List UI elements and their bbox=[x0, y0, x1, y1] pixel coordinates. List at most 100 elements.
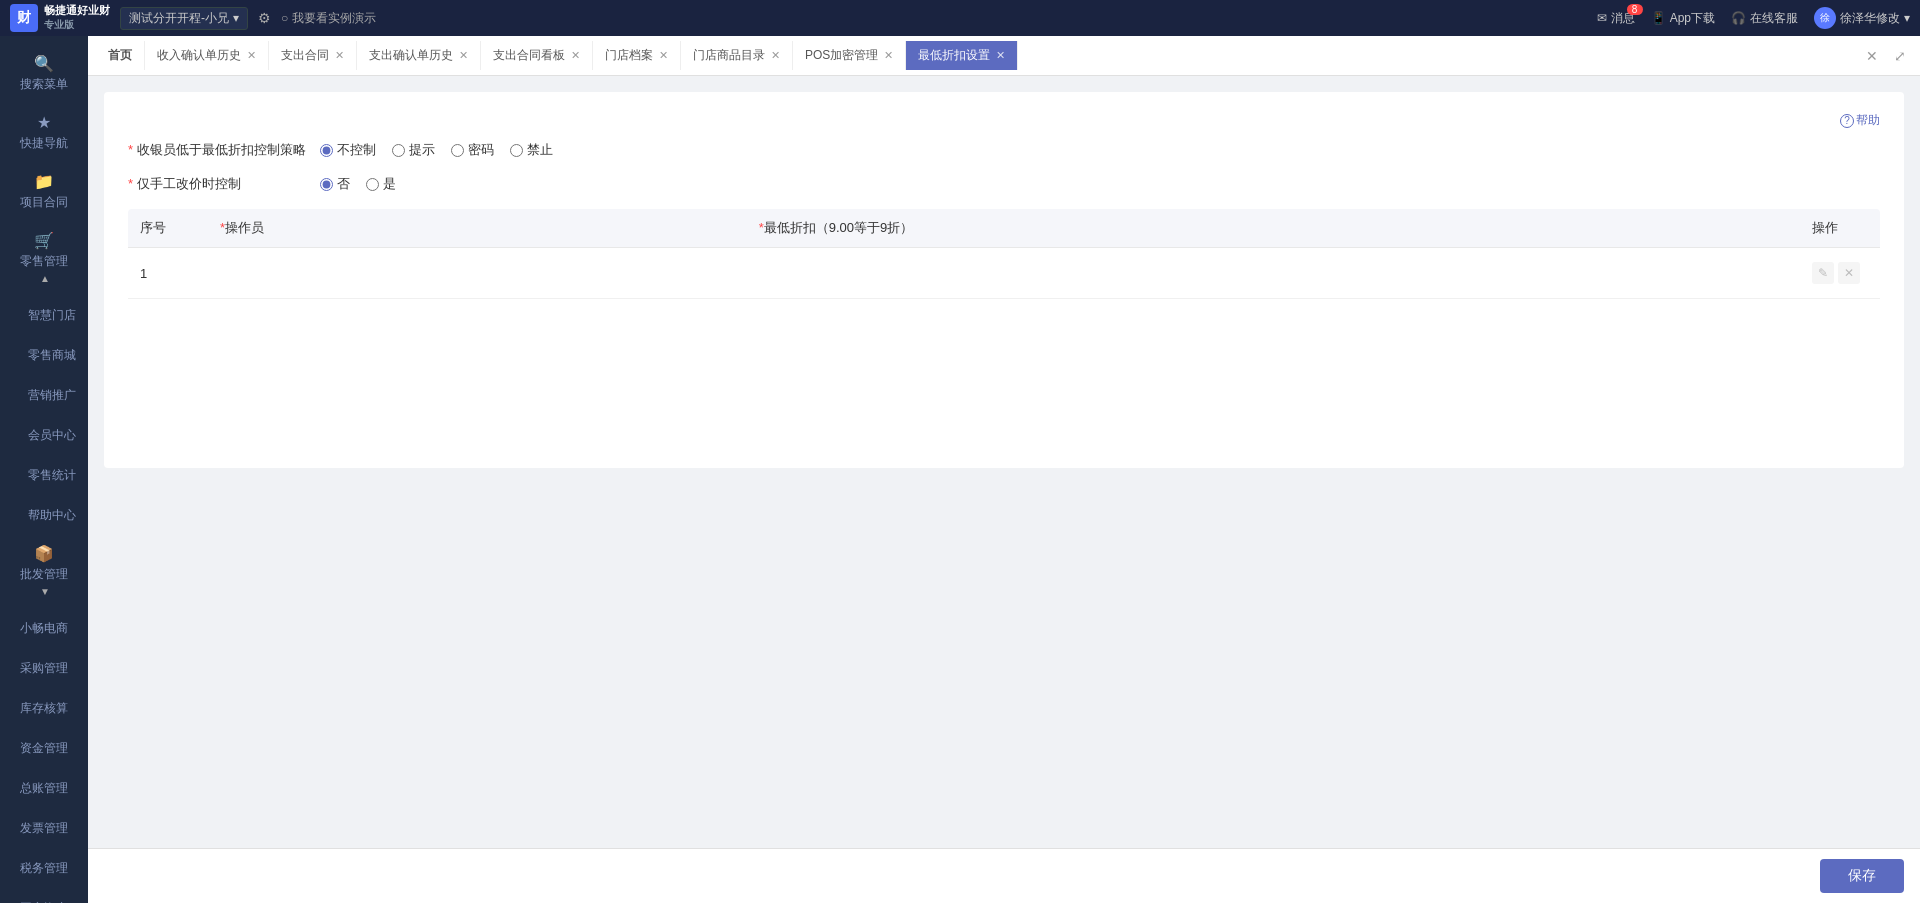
sidebar-arrow-retail: ▲ bbox=[40, 273, 50, 284]
project-selector[interactable]: 测试分开开程-小兄 ▾ bbox=[120, 7, 248, 30]
tab-label-payment-contract: 支出合同 bbox=[281, 47, 329, 64]
delete-row-button-1[interactable]: ✕ bbox=[1838, 262, 1860, 284]
sidebar-item-ledger[interactable]: 总账管理 bbox=[12, 767, 76, 807]
tab-bar: 首页收入确认单历史✕支出合同✕支出确认单历史✕支出合同看板✕门店档案✕门店商品目… bbox=[88, 36, 1920, 76]
sidebar-item-retail-mall[interactable]: 零售商城 bbox=[12, 334, 76, 374]
topbar-settings-button[interactable]: ⚙ bbox=[258, 10, 271, 26]
sidebar-item-retail[interactable]: 🛒零售管理▲ bbox=[12, 221, 76, 294]
policy-radio-nocontrol[interactable]: 不控制 bbox=[320, 141, 376, 159]
top-bar: 财 畅捷通好业财 专业版 测试分开开程-小兄 ▾ ⚙ ○ 我要看实例演示 ✉ 消… bbox=[0, 0, 1920, 36]
demo-icon: ○ bbox=[281, 11, 288, 25]
required-star-2: * bbox=[128, 176, 133, 191]
expand-tab-button[interactable]: ⤢ bbox=[1888, 46, 1912, 66]
sidebar-label-ecommerce: 小畅电商 bbox=[20, 620, 68, 637]
policy-radio-password[interactable]: 密码 bbox=[451, 141, 494, 159]
cashier-policy-row: * 收银员低于最低折扣控制策略 不控制 提示 密码 禁止 bbox=[128, 141, 1880, 159]
topbar-left: 财 畅捷通好业财 专业版 测试分开开程-小兄 ▾ ⚙ ○ 我要看实例演示 bbox=[10, 4, 376, 32]
policy-radio-input-password[interactable] bbox=[451, 144, 464, 157]
policy-radio-label-password: 密码 bbox=[468, 141, 494, 159]
tab-pos-password[interactable]: POS加密管理✕ bbox=[793, 41, 906, 70]
tab-close-store-catalog[interactable]: ✕ bbox=[771, 49, 780, 62]
tab-payment-history[interactable]: 支出确认单历史 ✕ bbox=[357, 41, 481, 70]
manual-price-label: * 仅手工改价时控制 bbox=[128, 175, 308, 193]
manual-radio-input-yes[interactable] bbox=[366, 178, 379, 191]
sidebar-label-ledger: 总账管理 bbox=[20, 780, 68, 797]
tab-label-store-catalog: 门店商品目录 bbox=[693, 47, 765, 64]
sidebar-item-assets[interactable]: 固定资产 bbox=[12, 887, 76, 903]
edit-row-button-1[interactable]: ✎ bbox=[1812, 262, 1834, 284]
page-content: ? 帮助 * 收银员低于最低折扣控制策略 不控制 提示 密码 禁止 * bbox=[88, 76, 1920, 848]
user-dropdown-icon: ▾ bbox=[1904, 11, 1910, 25]
policy-radio-forbid[interactable]: 禁止 bbox=[510, 141, 553, 159]
help-icon: ? bbox=[1840, 114, 1854, 128]
sidebar-item-member[interactable]: 会员中心 bbox=[12, 414, 76, 454]
sidebar-item-project[interactable]: 📁项目合同 bbox=[12, 162, 76, 221]
app-download-button[interactable]: 📱 App下载 bbox=[1651, 10, 1715, 27]
policy-radio-input-remind[interactable] bbox=[392, 144, 405, 157]
tab-close-pos-password[interactable]: ✕ bbox=[884, 49, 893, 62]
manual-radio-no[interactable]: 否 bbox=[320, 175, 350, 193]
save-button[interactable]: 保存 bbox=[1820, 859, 1904, 893]
sidebar-item-tax[interactable]: 税务管理 bbox=[12, 847, 76, 887]
sidebar-item-quicknav[interactable]: ★快捷导航 bbox=[12, 103, 76, 162]
policy-radio-input-forbid[interactable] bbox=[510, 144, 523, 157]
policy-radio-input-nocontrol[interactable] bbox=[320, 144, 333, 157]
tab-close-payment-history[interactable]: ✕ bbox=[459, 49, 468, 62]
policy-radio-label-forbid: 禁止 bbox=[527, 141, 553, 159]
cashier-policy-label: * 收银员低于最低折扣控制策略 bbox=[128, 141, 308, 159]
sidebar-label-search: 搜索菜单 bbox=[20, 76, 68, 93]
manual-price-row: * 仅手工改价时控制 否是 bbox=[128, 175, 1880, 193]
tab-close-store-file[interactable]: ✕ bbox=[659, 49, 668, 62]
sidebar-label-marketing: 营销推广 bbox=[28, 387, 76, 404]
app-name: 畅捷通好业财 bbox=[44, 4, 110, 17]
sidebar-label-quicknav: 快捷导航 bbox=[20, 135, 68, 152]
sidebar-item-help[interactable]: 帮助中心 bbox=[12, 494, 76, 534]
help-link[interactable]: ? 帮助 bbox=[1840, 112, 1880, 129]
sidebar-item-purchase[interactable]: 采购管理 bbox=[12, 647, 76, 687]
help-label: 帮助 bbox=[1856, 112, 1880, 129]
demo-link[interactable]: ○ 我要看实例演示 bbox=[281, 10, 376, 27]
sidebar-item-smart-store[interactable]: 智慧门店 bbox=[12, 294, 76, 334]
tab-store-file[interactable]: 门店档案✕ bbox=[593, 41, 681, 70]
settings-form-card: ? 帮助 * 收银员低于最低折扣控制策略 不控制 提示 密码 禁止 * bbox=[104, 92, 1904, 468]
manual-radio-input-no[interactable] bbox=[320, 178, 333, 191]
sidebar-icon-retail: 🛒 bbox=[34, 231, 54, 250]
sidebar-item-retail-stats[interactable]: 零售统计 bbox=[12, 454, 76, 494]
sidebar-item-wholesale[interactable]: 📦批发管理▼ bbox=[12, 534, 76, 607]
tab-close-payment-contract[interactable]: ✕ bbox=[335, 49, 344, 62]
sidebar-label-wholesale: 批发管理 bbox=[20, 566, 68, 583]
tab-min-discount[interactable]: 最低折扣设置✕ bbox=[906, 41, 1018, 70]
manual-radio-yes[interactable]: 是 bbox=[366, 175, 396, 193]
sidebar-label-help: 帮助中心 bbox=[28, 507, 76, 524]
sidebar-item-invoice[interactable]: 发票管理 bbox=[12, 807, 76, 847]
tab-home[interactable]: 首页 bbox=[96, 41, 145, 70]
manual-radio-label-no: 否 bbox=[337, 175, 350, 193]
policy-radio-label-nocontrol: 不控制 bbox=[337, 141, 376, 159]
td-seq-1: 1 bbox=[128, 260, 208, 287]
sidebar-item-finance[interactable]: 资金管理 bbox=[12, 727, 76, 767]
tab-close-min-discount[interactable]: ✕ bbox=[996, 49, 1005, 62]
table-row: 1 ✎ ✕ bbox=[128, 248, 1880, 299]
sidebar-item-search[interactable]: 🔍搜索菜单 bbox=[12, 44, 76, 103]
sidebar-label-purchase: 采购管理 bbox=[20, 660, 68, 677]
messages-button[interactable]: ✉ 消息 8 bbox=[1597, 10, 1635, 27]
tab-close-income-history[interactable]: ✕ bbox=[247, 49, 256, 62]
tab-payment-board[interactable]: 支出合同看板✕ bbox=[481, 41, 593, 70]
sidebar-item-marketing[interactable]: 营销推广 bbox=[12, 374, 76, 414]
tab-payment-contract[interactable]: 支出合同 ✕ bbox=[269, 41, 357, 70]
customer-service-button[interactable]: 🎧 在线客服 bbox=[1731, 10, 1798, 27]
tab-store-catalog[interactable]: 门店商品目录 ✕ bbox=[681, 41, 793, 70]
sidebar-icon-project: 📁 bbox=[34, 172, 54, 191]
user-menu[interactable]: 徐 徐泽华修改 ▾ bbox=[1814, 7, 1910, 29]
th-discount: *最低折扣（9.00等于9折） bbox=[747, 209, 1800, 247]
dropdown-arrow-icon: ▾ bbox=[233, 11, 239, 25]
policy-radio-label-remind: 提示 bbox=[409, 141, 435, 159]
sidebar-item-inventory[interactable]: 库存核算 bbox=[12, 687, 76, 727]
td-operator-1 bbox=[208, 267, 747, 279]
tab-label-payment-history: 支出确认单历史 bbox=[369, 47, 453, 64]
policy-radio-remind[interactable]: 提示 bbox=[392, 141, 435, 159]
tab-close-payment-board[interactable]: ✕ bbox=[571, 49, 580, 62]
close-tab-button[interactable]: ✕ bbox=[1860, 46, 1884, 66]
tab-income-history[interactable]: 收入确认单历史✕ bbox=[145, 41, 269, 70]
sidebar-item-ecommerce[interactable]: 小畅电商 bbox=[12, 607, 76, 647]
